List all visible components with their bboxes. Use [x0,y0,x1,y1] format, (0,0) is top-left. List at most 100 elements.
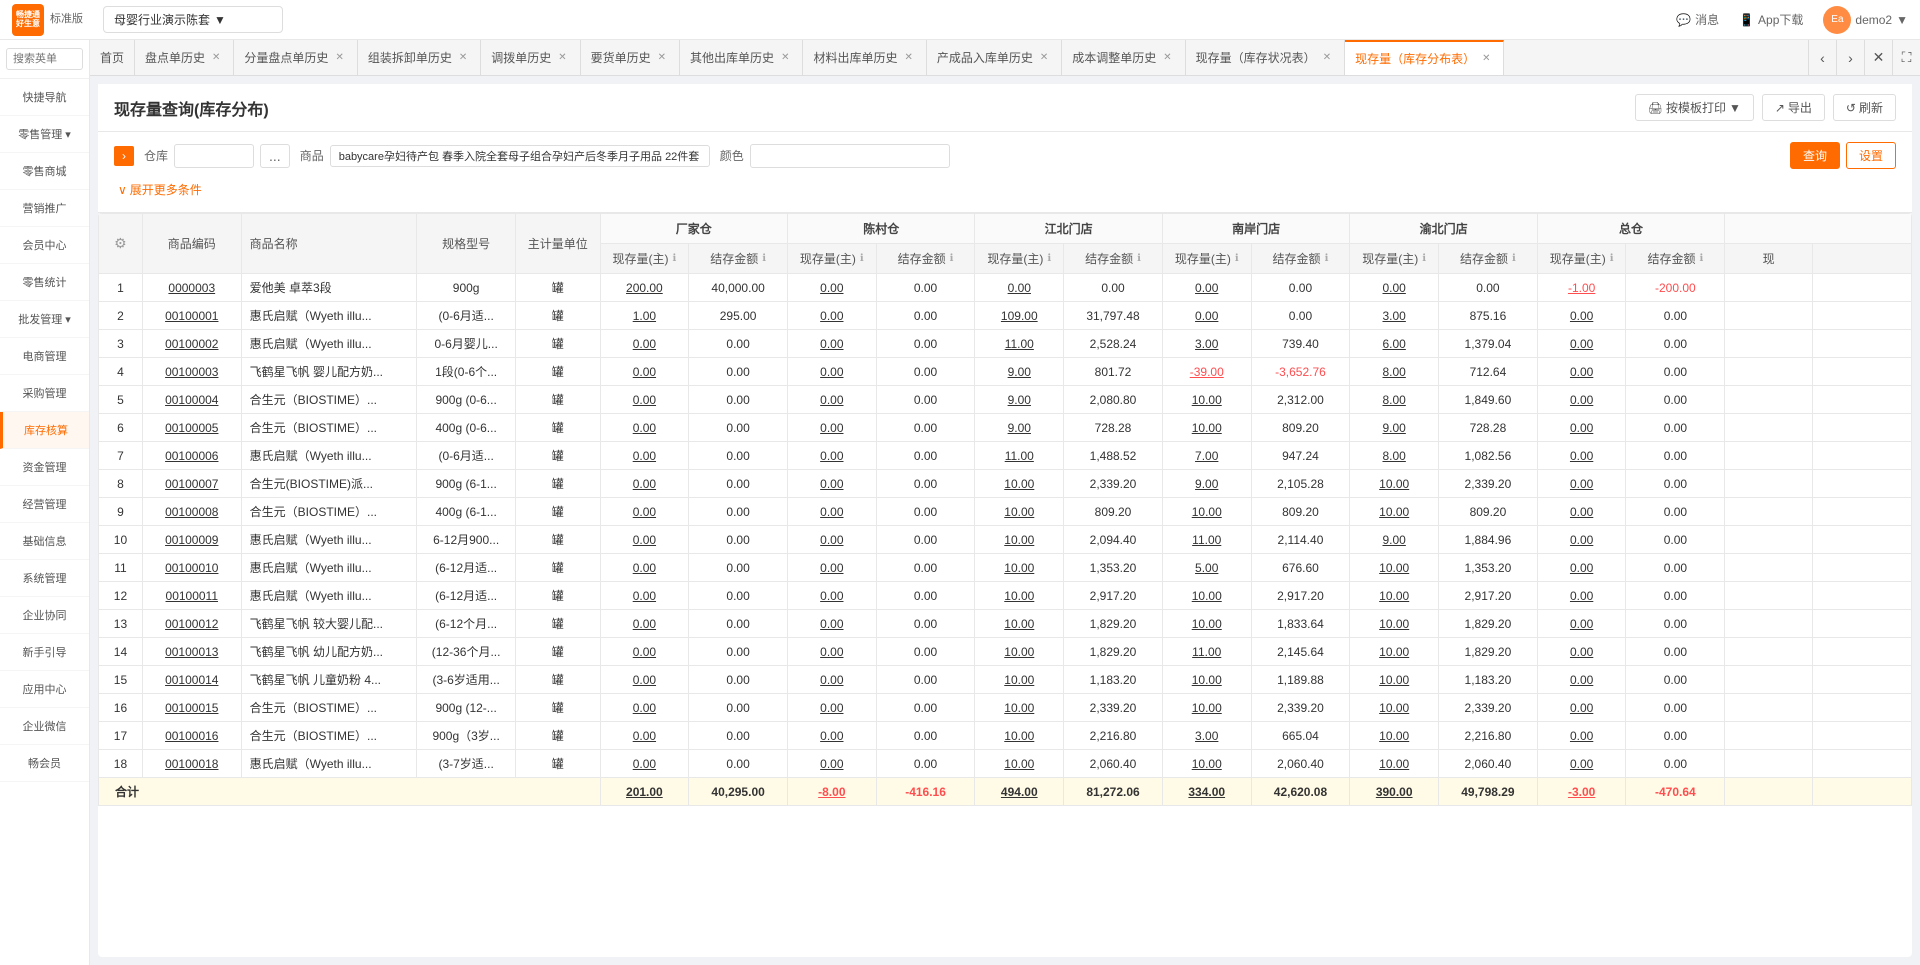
cell-factory-stock[interactable]: 0.00 [600,694,689,722]
cell-yubei-stock[interactable]: 6.00 [1350,330,1439,358]
tab-close-stocktake[interactable]: ✕ [209,51,223,64]
cell-chenlu-stock[interactable]: 0.00 [787,638,876,666]
tab-next-btn[interactable]: › [1836,40,1864,76]
cell-chenlu-stock[interactable]: 0.00 [787,358,876,386]
tab-close-other-out[interactable]: ✕ [778,51,792,64]
cell-factory-stock[interactable]: 0.00 [600,498,689,526]
cell-jiangbei-stock[interactable]: 11.00 [975,442,1064,470]
cell-yubei-stock[interactable]: 10.00 [1350,722,1439,750]
tab-transfer[interactable]: 调拨单历史 ✕ [481,40,580,76]
cell-yubei-stock[interactable]: 10.00 [1350,694,1439,722]
cell-factory-stock[interactable]: 0.00 [600,722,689,750]
cell-nanan-stock[interactable]: 7.00 [1162,442,1251,470]
info-icon-12[interactable]: ℹ [1699,253,1703,264]
cell-factory-stock[interactable]: 0.00 [600,610,689,638]
cell-nanan-stock[interactable]: 10.00 [1162,414,1251,442]
cell-factory-stock[interactable]: 0.00 [600,582,689,610]
summary-chenlu-stock[interactable]: -8.00 [787,778,876,806]
cell-total-stock[interactable]: 0.00 [1537,638,1626,666]
cell-code[interactable]: 00100016 [142,722,241,750]
cell-jiangbei-stock[interactable]: 10.00 [975,722,1064,750]
cell-yubei-stock[interactable]: 9.00 [1350,526,1439,554]
cell-total-stock[interactable]: 0.00 [1537,302,1626,330]
cell-total-stock[interactable]: 0.00 [1537,694,1626,722]
cell-chenlu-stock[interactable]: 0.00 [787,554,876,582]
cell-code[interactable]: 00100006 [142,442,241,470]
info-icon-3[interactable]: ℹ [860,253,864,264]
cell-chenlu-stock[interactable]: 0.00 [787,386,876,414]
tab-product-in[interactable]: 产成品入库单历史 ✕ [927,40,1062,76]
sidebar-item-wholesale[interactable]: 批发管理 ▾ [0,301,89,338]
cell-code[interactable]: 00100018 [142,750,241,778]
tab-close-assembly[interactable]: ✕ [456,51,470,64]
cell-total-stock[interactable]: 0.00 [1537,666,1626,694]
sidebar-item-ecommerce[interactable]: 电商管理 [0,338,89,375]
expand-conditions-btn[interactable]: ∨ 展开更多条件 [114,177,1896,202]
cell-jiangbei-stock[interactable]: 10.00 [975,582,1064,610]
cell-factory-stock[interactable]: 0.00 [600,442,689,470]
cell-nanan-stock[interactable]: 11.00 [1162,526,1251,554]
tab-close-cost-adjust[interactable]: ✕ [1160,51,1174,64]
cell-code[interactable]: 00100010 [142,554,241,582]
query-btn[interactable]: 查询 [1790,142,1840,169]
tab-qty-stocktake[interactable]: 分量盘点单历史 ✕ [234,40,357,76]
sidebar-item-member[interactable]: 会员中心 [0,227,89,264]
cell-chenlu-stock[interactable]: 0.00 [787,750,876,778]
cell-factory-stock[interactable]: 0.00 [600,358,689,386]
cell-jiangbei-stock[interactable]: 9.00 [975,414,1064,442]
cell-total-stock[interactable]: -1.00 [1537,274,1626,302]
cell-yubei-stock[interactable]: 10.00 [1350,498,1439,526]
cell-code[interactable]: 00100002 [142,330,241,358]
cell-total-stock[interactable]: 0.00 [1537,526,1626,554]
cell-yubei-stock[interactable]: 9.00 [1350,414,1439,442]
cell-chenlu-stock[interactable]: 0.00 [787,526,876,554]
cell-chenlu-stock[interactable]: 0.00 [787,302,876,330]
sidebar-item-marketing[interactable]: 营销推广 [0,190,89,227]
cell-chenlu-stock[interactable]: 0.00 [787,666,876,694]
tab-expand-btn[interactable]: ⛶ [1892,40,1920,76]
summary-factory-stock[interactable]: 201.00 [600,778,689,806]
cell-nanan-stock[interactable]: 9.00 [1162,470,1251,498]
info-icon-9[interactable]: ℹ [1422,253,1426,264]
sidebar-item-appcenter[interactable]: 应用中心 [0,671,89,708]
cell-yubei-stock[interactable]: 8.00 [1350,358,1439,386]
summary-total-stock[interactable]: -3.00 [1537,778,1626,806]
cell-total-stock[interactable]: 0.00 [1537,330,1626,358]
cell-factory-stock[interactable]: 0.00 [600,470,689,498]
cell-nanan-stock[interactable]: 3.00 [1162,330,1251,358]
tab-home[interactable]: 首页 [90,40,135,76]
cell-code[interactable]: 00100011 [142,582,241,610]
sidebar-item-inventory[interactable]: 库存核算 [0,412,89,449]
cell-yubei-stock[interactable]: 10.00 [1350,750,1439,778]
cell-nanan-stock[interactable]: 10.00 [1162,386,1251,414]
warehouse-picker-btn[interactable]: ... [260,144,290,168]
cell-nanan-stock[interactable]: 10.00 [1162,666,1251,694]
cell-nanan-stock[interactable]: 10.00 [1162,498,1251,526]
info-icon-1[interactable]: ℹ [672,253,676,264]
sidebar-item-retail-store[interactable]: 零售商城 [0,153,89,190]
sidebar-item-enterprise[interactable]: 企业协同 [0,597,89,634]
cell-code[interactable]: 00100009 [142,526,241,554]
cell-yubei-stock[interactable]: 10.00 [1350,554,1439,582]
cell-factory-stock[interactable]: 0.00 [600,414,689,442]
cell-code[interactable]: 00100015 [142,694,241,722]
cell-nanan-stock[interactable]: 5.00 [1162,554,1251,582]
tab-material-out[interactable]: 材料出库单历史 ✕ [803,40,926,76]
info-icon-4[interactable]: ℹ [950,253,954,264]
cell-factory-stock[interactable]: 0.00 [600,554,689,582]
sidebar-item-member2[interactable]: 畅会员 [0,745,89,782]
sidebar-item-finance[interactable]: 资金管理 [0,449,89,486]
cell-yubei-stock[interactable]: 10.00 [1350,610,1439,638]
cell-code[interactable]: 00100014 [142,666,241,694]
cell-factory-stock[interactable]: 0.00 [600,330,689,358]
cell-yubei-stock[interactable]: 10.00 [1350,638,1439,666]
sidebar-item-guide[interactable]: 新手引导 [0,634,89,671]
cell-jiangbei-stock[interactable]: 10.00 [975,554,1064,582]
cell-code[interactable]: 0000003 [142,274,241,302]
info-icon-11[interactable]: ℹ [1610,253,1614,264]
cell-factory-stock[interactable]: 1.00 [600,302,689,330]
cell-total-stock[interactable]: 0.00 [1537,358,1626,386]
summary-nanan-stock[interactable]: 334.00 [1162,778,1251,806]
cell-jiangbei-stock[interactable]: 10.00 [975,666,1064,694]
sidebar-item-purchase[interactable]: 采购管理 [0,375,89,412]
